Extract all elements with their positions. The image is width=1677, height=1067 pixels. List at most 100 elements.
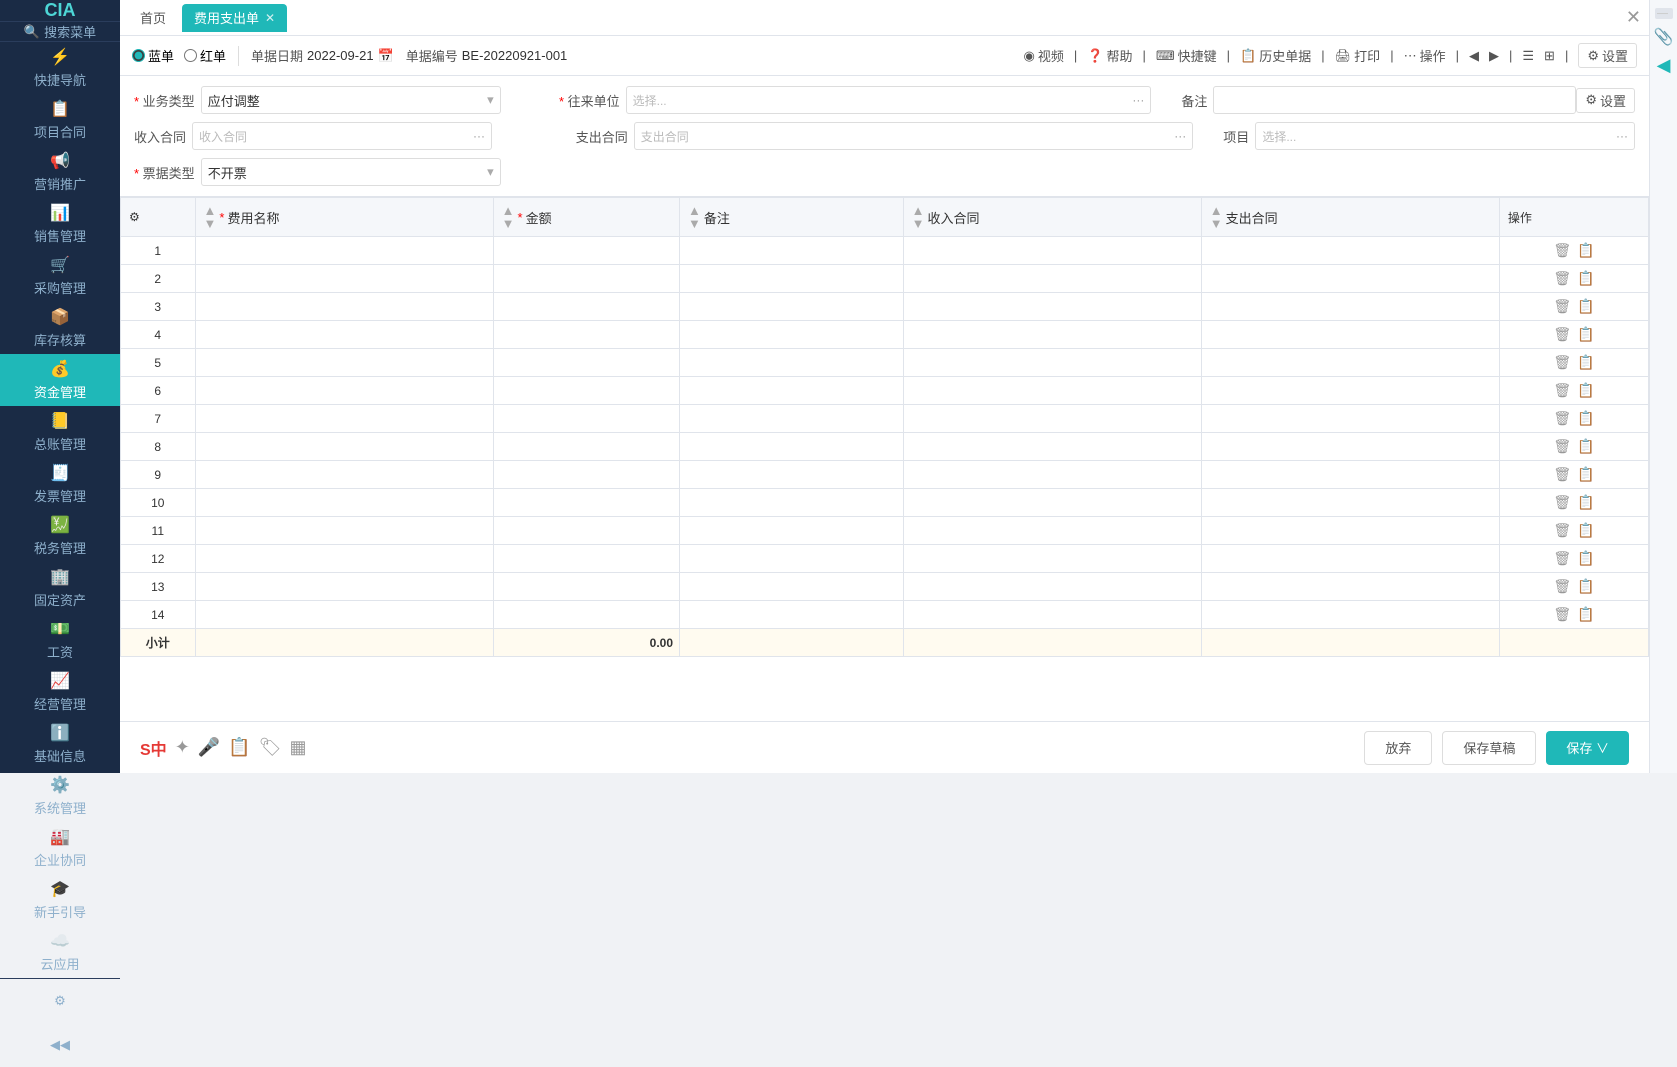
row-1-note[interactable] [680, 237, 904, 265]
income-contract-input[interactable]: 收入合同 ··· [192, 122, 492, 150]
row-14-copy-icon[interactable]: 📋 [1577, 606, 1594, 623]
help-action[interactable]: ❓ 帮助 [1087, 46, 1132, 65]
row-7-copy-icon[interactable]: 📋 [1577, 410, 1594, 427]
sidebar-item-project-contract[interactable]: 📋项目合同 [0, 94, 120, 146]
row-10-delete-icon[interactable]: 🗑 [1553, 494, 1571, 511]
partner-input[interactable]: 选择... ··· [626, 86, 1152, 114]
row-1-amount[interactable] [493, 237, 679, 265]
row-2-note[interactable] [680, 265, 904, 293]
sidebar-item-salary[interactable]: 💵工资 [0, 614, 120, 666]
right-icon-1[interactable]: | [1655, 8, 1673, 19]
sidebar-item-ledger[interactable]: 📒总账管理 [0, 406, 120, 458]
row-13-copy-icon[interactable]: 📋 [1577, 578, 1594, 595]
row-14-income[interactable] [903, 601, 1201, 629]
row-3-delete-icon[interactable]: 🗑 [1553, 298, 1571, 315]
th-note[interactable]: ▲▼ 备注 [680, 198, 904, 237]
bottom-icon-tag[interactable]: 🏷 [259, 737, 282, 758]
row-9-amount[interactable] [493, 461, 679, 489]
row-7-name[interactable] [195, 405, 493, 433]
row-5-copy-icon[interactable]: 📋 [1577, 354, 1594, 371]
row-1-income[interactable] [903, 237, 1201, 265]
save-draft-button[interactable]: 保存草稿 [1442, 731, 1536, 765]
shortcut-action[interactable]: ⌨ 快捷键 [1156, 46, 1217, 65]
row-11-income[interactable] [903, 517, 1201, 545]
row-3-amount[interactable] [493, 293, 679, 321]
sidebar-item-system[interactable]: ⚙️系统管理 [0, 770, 120, 822]
row-11-amount[interactable] [493, 517, 679, 545]
row-13-expense[interactable] [1201, 573, 1499, 601]
row-3-expense[interactable] [1201, 293, 1499, 321]
row-6-note[interactable] [680, 377, 904, 405]
row-10-income[interactable] [903, 489, 1201, 517]
red-radio[interactable]: 红单 [184, 46, 226, 65]
row-12-copy-icon[interactable]: 📋 [1577, 550, 1594, 567]
tab-expense[interactable]: 费用支出单 ✕ [182, 4, 287, 32]
row-7-income[interactable] [903, 405, 1201, 433]
sidebar-item-settings[interactable]: ⚙ [0, 979, 120, 1023]
sidebar-item-newcomer[interactable]: 🎓新手引导 [0, 874, 120, 926]
form-set-button[interactable]: ⚙ 设置 [1576, 88, 1635, 113]
row-1-delete-icon[interactable]: 🗑 [1553, 242, 1571, 259]
print-action[interactable]: 🖨 打印 [1335, 46, 1381, 65]
row-6-income[interactable] [903, 377, 1201, 405]
row-4-amount[interactable] [493, 321, 679, 349]
sidebar-item-sales[interactable]: 📊销售管理 [0, 198, 120, 250]
row-9-income[interactable] [903, 461, 1201, 489]
sidebar-item-fixed-assets[interactable]: 🏢固定资产 [0, 562, 120, 614]
row-6-copy-icon[interactable]: 📋 [1577, 382, 1594, 399]
sidebar-item-business[interactable]: 📈经营管理 [0, 666, 120, 718]
th-expense[interactable]: ▲▼ 支出合同 [1201, 198, 1499, 237]
project-input[interactable]: 选择... ··· [1255, 122, 1635, 150]
sidebar-item-capital[interactable]: 💰资金管理 [0, 354, 120, 406]
sidebar-item-cloud[interactable]: ☁️云应用 [0, 926, 120, 978]
row-8-copy-icon[interactable]: 📋 [1577, 438, 1594, 455]
th-amount[interactable]: ▲▼ * 金额 [493, 198, 679, 237]
tab-home[interactable]: 首页 [128, 4, 178, 32]
sidebar-item-marketing[interactable]: 📢营销推广 [0, 146, 120, 198]
row-4-copy-icon[interactable]: 📋 [1577, 326, 1594, 343]
row-12-expense[interactable] [1201, 545, 1499, 573]
row-7-amount[interactable] [493, 405, 679, 433]
row-6-expense[interactable] [1201, 377, 1499, 405]
view-list-action[interactable]: ☰ [1522, 48, 1534, 64]
sidebar-search[interactable]: 🔍 搜索菜单 [0, 22, 120, 42]
row-6-name[interactable] [195, 377, 493, 405]
row-13-income[interactable] [903, 573, 1201, 601]
row-3-copy-icon[interactable]: 📋 [1577, 298, 1594, 315]
window-close-button[interactable]: ✕ [1626, 7, 1641, 28]
row-14-name[interactable] [195, 601, 493, 629]
row-8-delete-icon[interactable]: 🗑 [1553, 438, 1571, 455]
row-8-note[interactable] [680, 433, 904, 461]
row-8-expense[interactable] [1201, 433, 1499, 461]
sidebar-item-invoice[interactable]: 🧾发票管理 [0, 458, 120, 510]
calendar-icon[interactable]: 📅 [378, 48, 394, 64]
row-10-expense[interactable] [1201, 489, 1499, 517]
sidebar-item-tax[interactable]: 💹税务管理 [0, 510, 120, 562]
row-8-amount[interactable] [493, 433, 679, 461]
set-button[interactable]: ⚙ 设置 [1578, 43, 1637, 68]
discard-button[interactable]: 放弃 [1364, 731, 1432, 765]
row-1-expense[interactable] [1201, 237, 1499, 265]
row-6-amount[interactable] [493, 377, 679, 405]
row-13-note[interactable] [680, 573, 904, 601]
row-6-delete-icon[interactable]: 🗑 [1553, 382, 1571, 399]
row-8-income[interactable] [903, 433, 1201, 461]
project-dots[interactable]: ··· [1616, 129, 1628, 143]
sidebar-item-purchase[interactable]: 🛒采购管理 [0, 250, 120, 302]
th-name[interactable]: ▲▼ * 费用名称 [195, 198, 493, 237]
blue-radio[interactable]: 蓝单 [132, 46, 174, 65]
expense-contract-input[interactable]: 支出合同 ··· [634, 122, 1194, 150]
row-13-name[interactable] [195, 573, 493, 601]
business-type-input[interactable]: 应付调整 ▾ [201, 86, 501, 114]
right-icon-2[interactable]: 📎 [1654, 27, 1674, 47]
row-2-expense[interactable] [1201, 265, 1499, 293]
next-action[interactable]: ▶ [1489, 48, 1499, 64]
row-11-expense[interactable] [1201, 517, 1499, 545]
row-5-delete-icon[interactable]: 🗑 [1553, 354, 1571, 371]
row-3-name[interactable] [195, 293, 493, 321]
bottom-icon-clipboard[interactable]: 📋 [228, 737, 250, 758]
row-11-copy-icon[interactable]: 📋 [1577, 522, 1594, 539]
expense-dots[interactable]: ··· [1174, 129, 1186, 143]
bottom-icon-s[interactable]: S中 [140, 736, 167, 760]
right-icon-3[interactable]: ◀ [1657, 55, 1671, 76]
